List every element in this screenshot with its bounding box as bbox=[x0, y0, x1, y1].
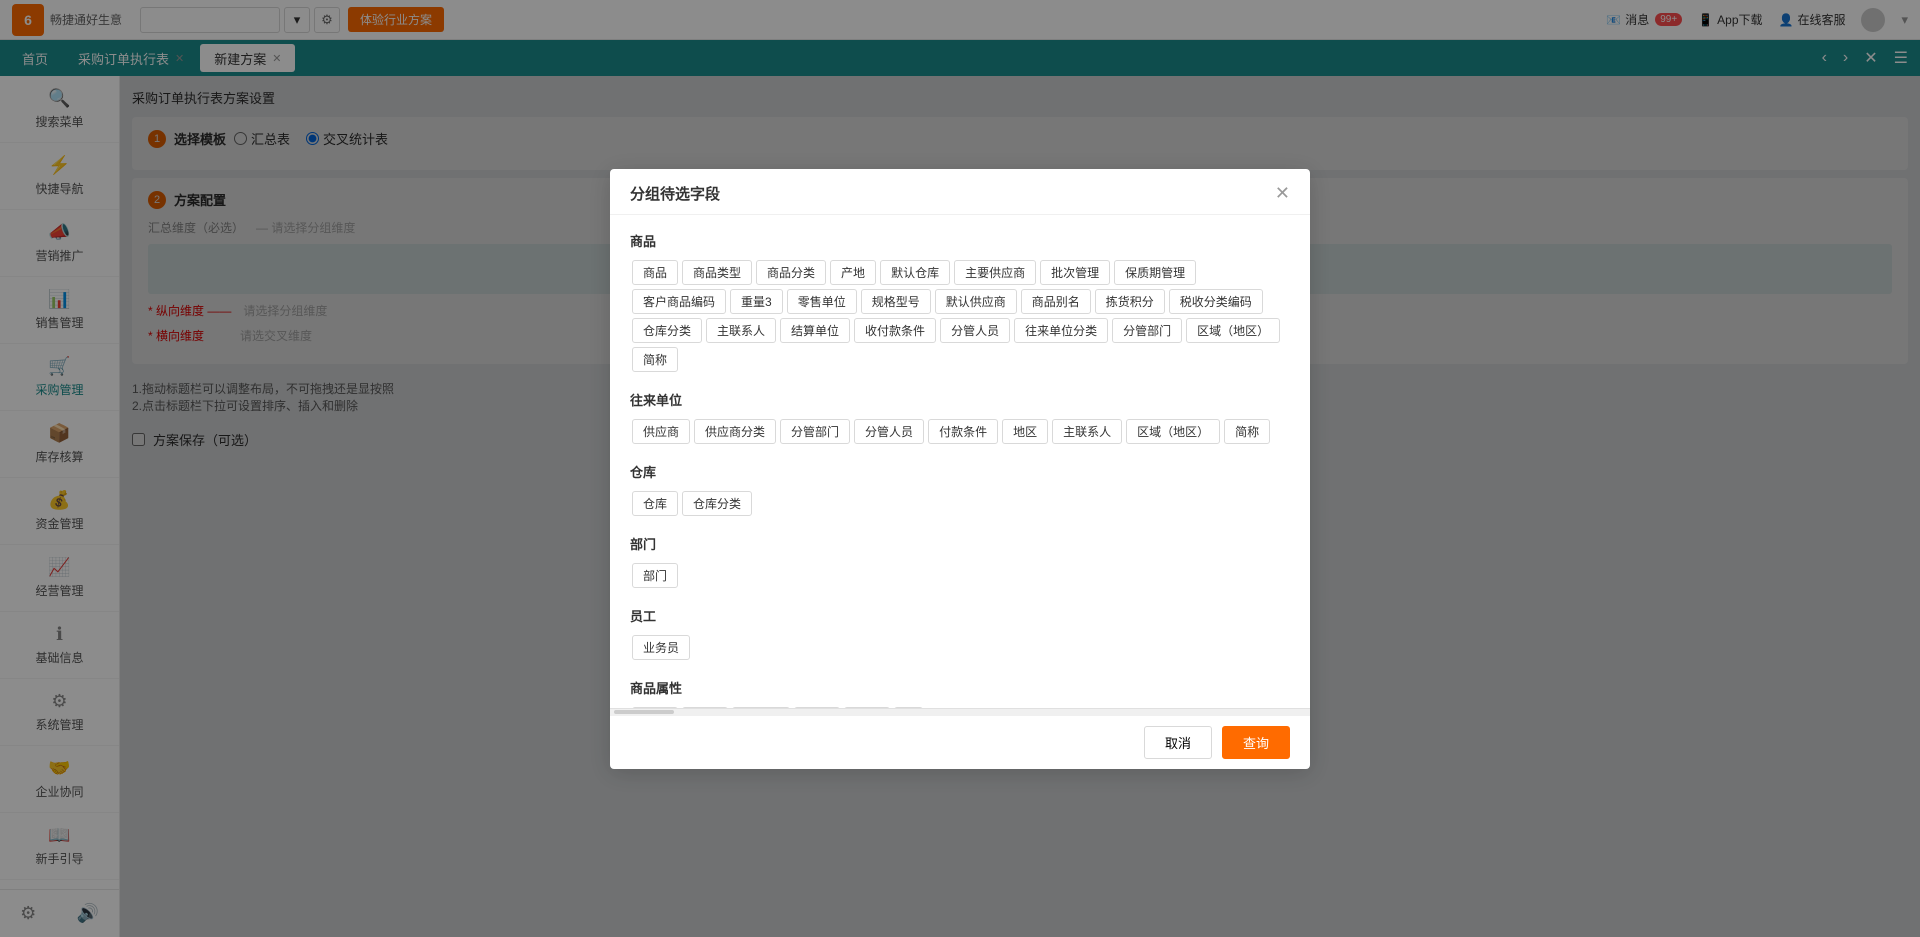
horizontal-scrollbar[interactable] bbox=[610, 708, 1310, 715]
field-tax-code[interactable]: 税收分类编码 bbox=[1169, 289, 1263, 314]
field-partner-region[interactable]: 区域（地区） bbox=[1126, 419, 1220, 444]
field-salesperson[interactable]: 业务员 bbox=[632, 635, 690, 660]
field-product-alias[interactable]: 商品别名 bbox=[1021, 289, 1091, 314]
modal-confirm-button[interactable]: 查询 bbox=[1222, 726, 1290, 759]
field-group-partner: 往来单位 供应商 供应商分类 分管部门 分管人员 付款条件 地区 主联系人 区域… bbox=[630, 390, 1290, 446]
field-partner-category[interactable]: 往来单位分类 bbox=[1014, 318, 1108, 343]
product-fields-row: 商品 商品类型 商品分类 产地 默认仓库 主要供应商 批次管理 保质期管理 客户… bbox=[630, 258, 1290, 374]
group-title-product: 商品 bbox=[630, 231, 1290, 250]
modal-body: 商品 商品 商品类型 商品分类 产地 默认仓库 主要供应商 批次管理 保质期管理… bbox=[610, 215, 1310, 708]
partner-fields-row: 供应商 供应商分类 分管部门 分管人员 付款条件 地区 主联系人 区域（地区） … bbox=[630, 417, 1290, 446]
field-group-dept: 部门 部门 bbox=[630, 534, 1290, 590]
field-warehouse-cat[interactable]: 仓库分类 bbox=[682, 491, 752, 516]
field-main-supplier[interactable]: 主要供应商 bbox=[954, 260, 1036, 285]
field-partner-short[interactable]: 简称 bbox=[1224, 419, 1270, 444]
warehouse-fields-row: 仓库 仓库分类 bbox=[630, 489, 1290, 518]
group-title-warehouse: 仓库 bbox=[630, 462, 1290, 481]
modal-footer: 取消 查询 bbox=[610, 715, 1310, 769]
group-title-employee: 员工 bbox=[630, 606, 1290, 625]
field-origin[interactable]: 产地 bbox=[830, 260, 876, 285]
field-weight[interactable]: 重量3 bbox=[730, 289, 783, 314]
field-select-modal: 分组待选字段 ✕ 商品 商品 商品类型 商品分类 产地 默认仓库 主要供应商 批… bbox=[610, 169, 1310, 769]
field-main-contact[interactable]: 主联系人 bbox=[706, 318, 776, 343]
field-settlement-unit[interactable]: 结算单位 bbox=[780, 318, 850, 343]
field-retail-unit[interactable]: 零售单位 bbox=[787, 289, 857, 314]
field-dept[interactable]: 部门 bbox=[632, 563, 678, 588]
field-partner-dept[interactable]: 分管部门 bbox=[780, 419, 850, 444]
field-region[interactable]: 区域（地区） bbox=[1186, 318, 1280, 343]
field-payment-terms[interactable]: 收付款条件 bbox=[854, 318, 936, 343]
employee-fields-row: 业务员 bbox=[630, 633, 1290, 662]
field-supplier[interactable]: 供应商 bbox=[632, 419, 690, 444]
field-product[interactable]: 商品 bbox=[632, 260, 678, 285]
field-shelf-life[interactable]: 保质期管理 bbox=[1114, 260, 1196, 285]
field-partner-contact[interactable]: 主联系人 bbox=[1052, 419, 1122, 444]
modal-close-button[interactable]: ✕ bbox=[1275, 184, 1290, 202]
field-spec-model[interactable]: 规格型号 bbox=[861, 289, 931, 314]
field-default-supplier[interactable]: 默认供应商 bbox=[935, 289, 1017, 314]
field-product-type[interactable]: 商品类型 bbox=[682, 260, 752, 285]
dept-fields-row: 部门 bbox=[630, 561, 1290, 590]
group-title-partner: 往来单位 bbox=[630, 390, 1290, 409]
modal-title: 分组待选字段 bbox=[630, 183, 720, 204]
group-title-dept: 部门 bbox=[630, 534, 1290, 553]
field-product-category[interactable]: 商品分类 bbox=[756, 260, 826, 285]
group-title-product-attr: 商品属性 bbox=[630, 678, 1290, 697]
field-warehouse[interactable]: 仓库 bbox=[632, 491, 678, 516]
modal-overlay: 分组待选字段 ✕ 商品 商品 商品类型 商品分类 产地 默认仓库 主要供应商 批… bbox=[0, 0, 1920, 937]
field-supervisor[interactable]: 分管人员 bbox=[940, 318, 1010, 343]
scrollbar-thumb bbox=[614, 710, 674, 714]
field-group-product-attr: 商品属性 属性 颜色 多规格 尺码 鞋码 1 bbox=[630, 678, 1290, 708]
field-supplier-category[interactable]: 供应商分类 bbox=[694, 419, 776, 444]
field-partner-payment[interactable]: 付款条件 bbox=[928, 419, 998, 444]
modal-header: 分组待选字段 ✕ bbox=[610, 169, 1310, 215]
field-group-warehouse: 仓库 仓库 仓库分类 bbox=[630, 462, 1290, 518]
field-batch-mgmt[interactable]: 批次管理 bbox=[1040, 260, 1110, 285]
field-pick-points[interactable]: 拣货积分 bbox=[1095, 289, 1165, 314]
field-group-employee: 员工 业务员 bbox=[630, 606, 1290, 662]
field-group-product: 商品 商品 商品类型 商品分类 产地 默认仓库 主要供应商 批次管理 保质期管理… bbox=[630, 231, 1290, 374]
field-customer-code[interactable]: 客户商品编码 bbox=[632, 289, 726, 314]
field-default-warehouse[interactable]: 默认仓库 bbox=[880, 260, 950, 285]
field-warehouse-category[interactable]: 仓库分类 bbox=[632, 318, 702, 343]
modal-cancel-button[interactable]: 取消 bbox=[1144, 726, 1212, 759]
field-dept-supervisor[interactable]: 分管部门 bbox=[1112, 318, 1182, 343]
field-partner-area[interactable]: 地区 bbox=[1002, 419, 1048, 444]
field-partner-supervisor[interactable]: 分管人员 bbox=[854, 419, 924, 444]
field-short-name[interactable]: 简称 bbox=[632, 347, 678, 372]
